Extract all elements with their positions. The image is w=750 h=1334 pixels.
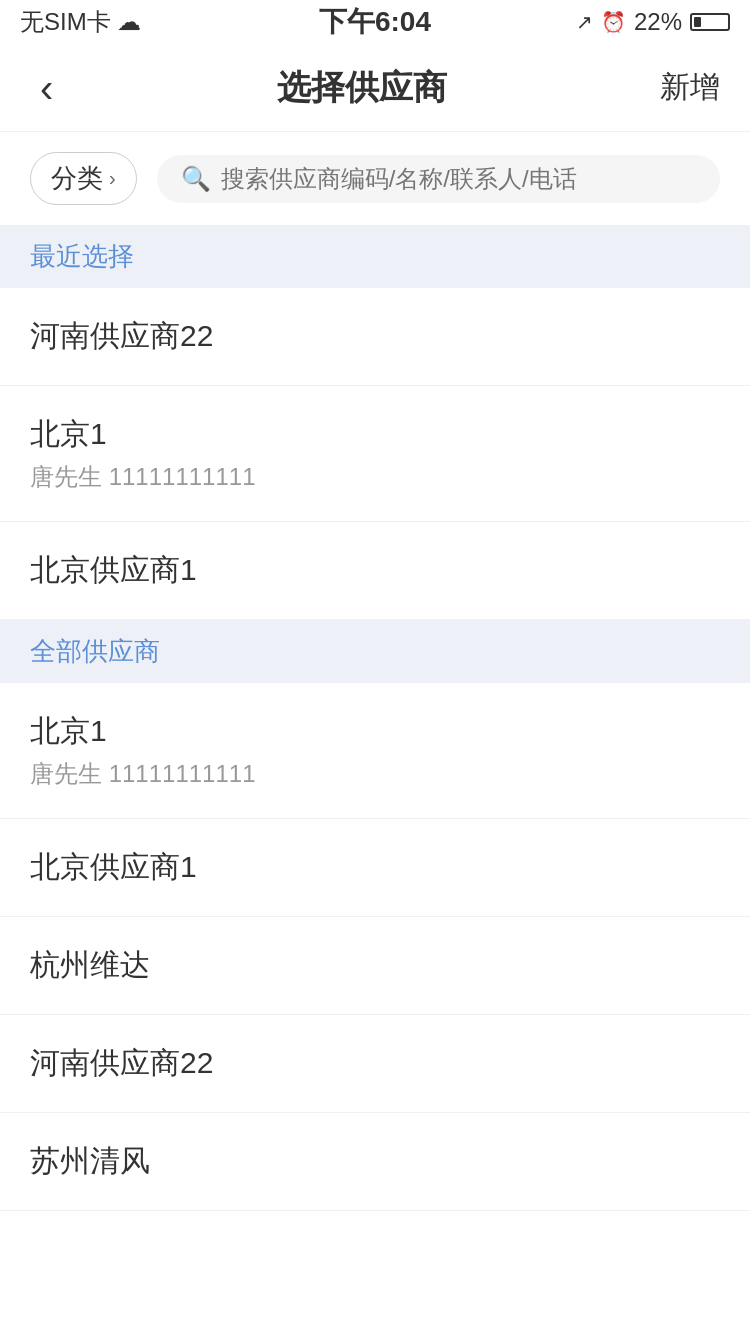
category-label: 分类 (51, 161, 103, 196)
status-bar: 无SIM卡 ☁ 下午6:04 ↗ ⏰ 22% (0, 0, 750, 44)
list-item[interactable]: 北京1 唐先生 11111111111 (0, 683, 750, 819)
page-title: 选择供应商 (277, 65, 447, 111)
battery-percent: 22% (634, 8, 682, 36)
back-button[interactable]: ‹ (30, 58, 63, 118)
chevron-right-icon: › (109, 167, 116, 190)
item-name: 河南供应商22 (30, 316, 720, 357)
list-item[interactable]: 河南供应商22 (0, 1015, 750, 1113)
clock-icon: ⏰ (601, 10, 626, 34)
list-item[interactable]: 杭州维达 (0, 917, 750, 1015)
list-item[interactable]: 河南供应商22 (0, 288, 750, 386)
all-items-list: 北京1 唐先生 11111111111 北京供应商1 杭州维达河南供应商22 苏州清风 (0, 683, 750, 1211)
list-item[interactable]: 北京1 唐先生 11111111111 (0, 386, 750, 522)
add-button[interactable]: 新增 (660, 67, 720, 108)
location-icon: ↗ (576, 10, 593, 34)
sim-status: 无SIM卡 ☁ (20, 6, 141, 38)
recent-section-header: 最近选择 (0, 225, 750, 288)
recent-items-list: 河南供应商22 北京1 唐先生 11111111111 北京供应商1 (0, 288, 750, 620)
list-item[interactable]: 北京供应商1 (0, 522, 750, 620)
list-item[interactable]: 北京供应商1 (0, 819, 750, 917)
item-name: 北京供应商1 (30, 550, 720, 591)
category-filter[interactable]: 分类 › (30, 152, 137, 205)
filter-bar: 分类 › 🔍 (0, 132, 750, 225)
list-item[interactable]: 苏州清风 (0, 1113, 750, 1211)
item-sub: 唐先生 11111111111 (30, 461, 720, 493)
status-left: 无SIM卡 ☁ (20, 6, 141, 38)
item-name: 北京1 (30, 711, 720, 752)
item-sub: 唐先生 11111111111 (30, 758, 720, 790)
status-right: ↗ ⏰ 22% (576, 8, 730, 36)
item-name: 河南供应商22 (30, 1043, 720, 1084)
search-input[interactable] (221, 165, 696, 193)
item-name: 杭州维达 (30, 945, 720, 986)
nav-bar: ‹ 选择供应商 新增 (0, 44, 750, 132)
item-name: 北京1 (30, 414, 720, 455)
item-name: 苏州清风 (30, 1141, 720, 1182)
status-time: 下午6:04 (319, 3, 431, 41)
search-icon: 🔍 (181, 165, 211, 193)
search-box: 🔍 (157, 155, 720, 203)
all-section-header: 全部供应商 (0, 620, 750, 683)
item-name: 北京供应商1 (30, 847, 720, 888)
battery-icon (690, 13, 730, 31)
